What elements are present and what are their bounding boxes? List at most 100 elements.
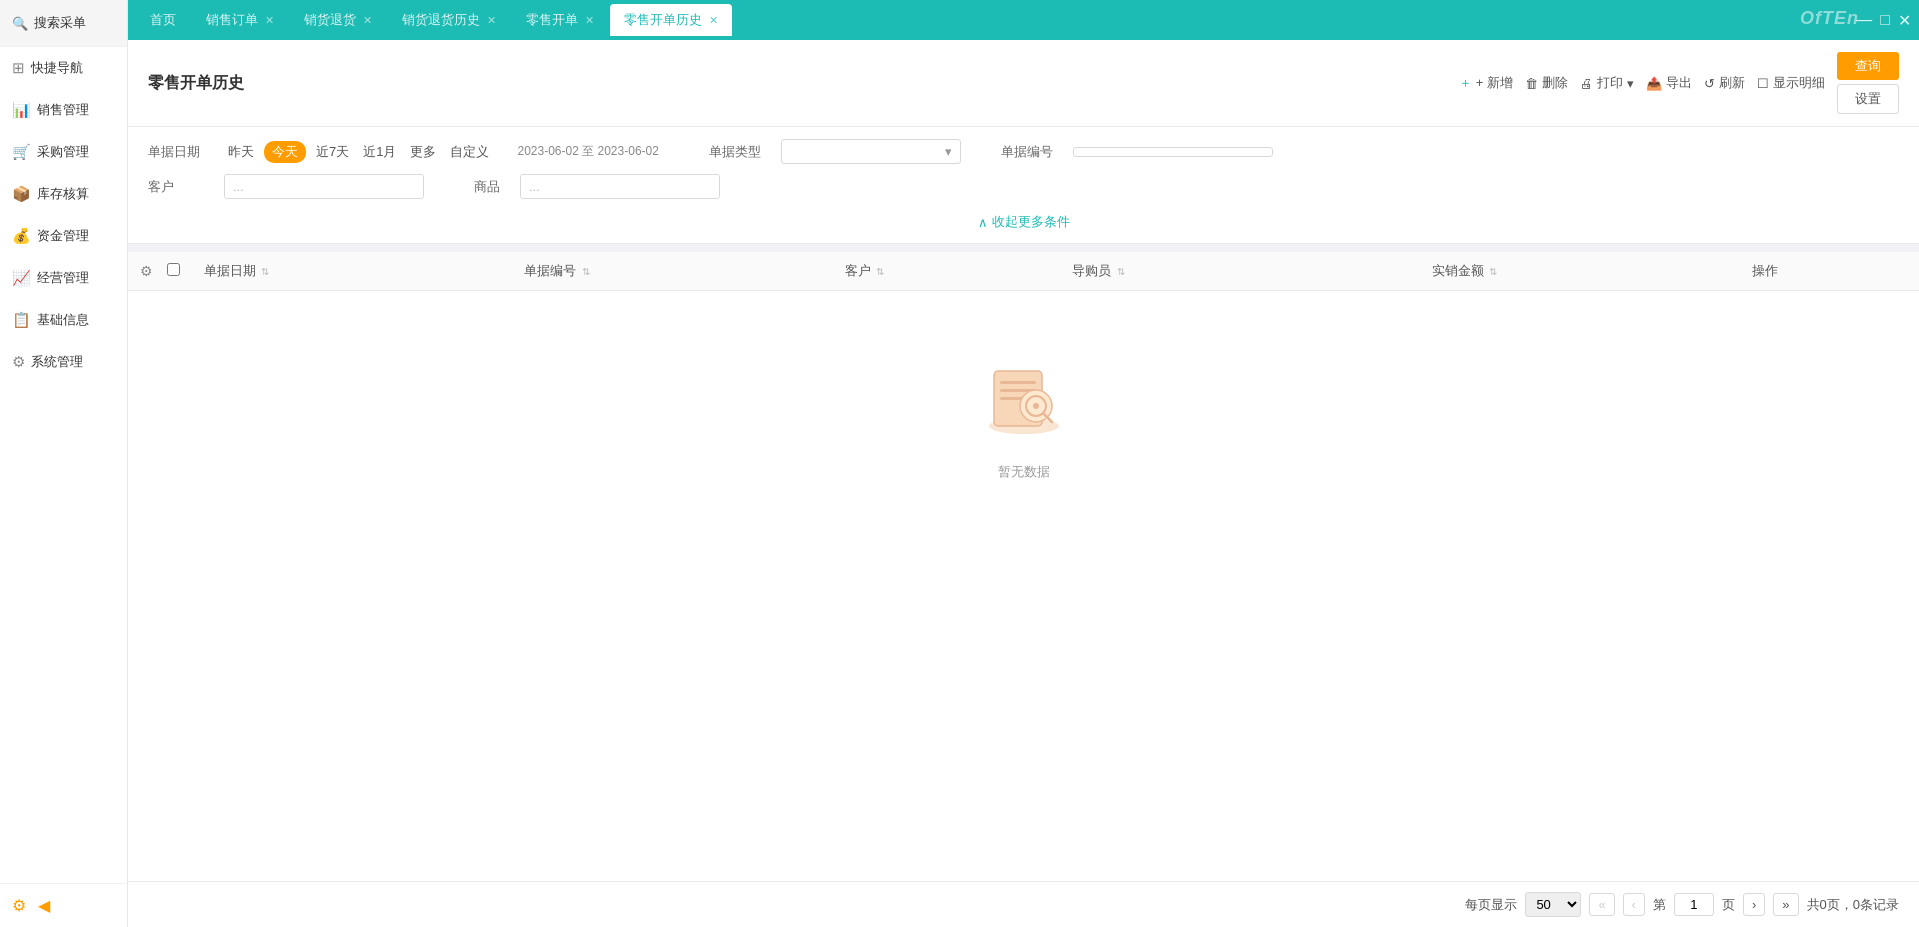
collapse-sidebar-icon[interactable]: ◀ — [38, 896, 50, 915]
tab-sales-order[interactable]: 销售订单 ✕ — [192, 4, 288, 36]
sidebar-item-label: 库存核算 — [37, 185, 89, 203]
tab-sales-order-close[interactable]: ✕ — [265, 14, 274, 27]
tab-retail-open-close[interactable]: ✕ — [585, 14, 594, 27]
svg-rect-2 — [1000, 381, 1036, 384]
print-icon: 🖨 — [1580, 76, 1593, 91]
empty-text: 暂无数据 — [998, 463, 1050, 481]
product-input[interactable]: ... — [520, 174, 720, 199]
last-page-button[interactable]: » — [1773, 893, 1798, 916]
inventory-icon: 📦 — [12, 185, 31, 203]
display-label: 显示明细 — [1773, 74, 1825, 92]
tab-home[interactable]: 首页 — [136, 4, 190, 36]
sidebar-item-inventory[interactable]: 📦 库存核算 — [0, 173, 127, 215]
tab-retail-open-history-close[interactable]: ✕ — [709, 14, 718, 27]
salesman-sort-icon[interactable]: ⇅ — [1117, 266, 1125, 277]
search-icon: 🔍 — [12, 16, 28, 31]
product-placeholder: ... — [529, 179, 540, 194]
sidebar-item-purchase-mgmt[interactable]: 🛒 采购管理 — [0, 131, 127, 173]
doc-type-select[interactable]: ▾ — [781, 139, 961, 164]
tab-bar-window-controls: — □ ✕ — [1856, 11, 1911, 30]
sidebar-item-sales-mgmt[interactable]: 📊 销售管理 — [0, 89, 127, 131]
svg-rect-4 — [1000, 397, 1024, 400]
date-opt-yesterday[interactable]: 昨天 — [224, 141, 258, 163]
print-button[interactable]: 🖨 打印 ▾ — [1580, 74, 1634, 92]
empty-state: 暂无数据 — [128, 291, 1919, 541]
collapse-filter-label: 收起更多条件 — [992, 213, 1070, 231]
page-prefix: 第 — [1653, 896, 1666, 914]
filter-row-1: 单据日期 昨天 今天 近7天 近1月 更多 自定义 2023-06-02 至 2… — [148, 139, 1899, 164]
tab-sales-return[interactable]: 销货退货 ✕ — [290, 4, 386, 36]
sidebar-item-base-info[interactable]: 📋 基础信息 — [0, 299, 127, 341]
page-header: 零售开单历史 ＋ + 新增 🗑 删除 🖨 打印 ▾ 📤 导出 — [128, 40, 1919, 127]
display-detail-button[interactable]: ☐ 显示明细 — [1757, 74, 1825, 92]
tab-retail-open-label: 零售开单 — [526, 11, 578, 29]
table-container: ⚙ 单据日期 ⇅ 单据编号 ⇅ — [128, 252, 1919, 881]
th-customer: 客户 ⇅ — [833, 252, 1060, 291]
tab-sales-return-history[interactable]: 销货退货历史 ✕ — [388, 4, 510, 36]
prev-page-button[interactable]: ‹ — [1623, 893, 1645, 916]
no-sort-icon[interactable]: ⇅ — [582, 266, 590, 277]
sales-mgmt-icon: 📊 — [12, 101, 31, 119]
setting-button[interactable]: 设置 — [1837, 84, 1899, 114]
next-page-button[interactable]: › — [1743, 893, 1765, 916]
add-button[interactable]: ＋ + 新增 — [1459, 74, 1513, 92]
sidebar-search[interactable]: 🔍 搜索采单 — [0, 0, 127, 47]
amount-sort-icon[interactable]: ⇅ — [1489, 266, 1497, 277]
data-table: ⚙ 单据日期 ⇅ 单据编号 ⇅ — [128, 252, 1919, 291]
date-options: 昨天 今天 近7天 近1月 更多 自定义 — [224, 141, 493, 163]
tab-retail-open[interactable]: 零售开单 ✕ — [512, 4, 608, 36]
collapse-filter-button[interactable]: ∧ 收起更多条件 — [148, 209, 1899, 235]
delete-button[interactable]: 🗑 删除 — [1525, 74, 1568, 92]
query-button[interactable]: 查询 — [1837, 52, 1899, 80]
first-page-button[interactable]: « — [1589, 893, 1614, 916]
date-sort-icon[interactable]: ⇅ — [261, 266, 269, 277]
date-opt-custom[interactable]: 自定义 — [446, 141, 493, 163]
quick-nav-icon: ⊞ — [12, 59, 25, 77]
close-window-button[interactable]: ✕ — [1898, 11, 1911, 30]
sidebar-item-operations[interactable]: 📈 经营管理 — [0, 257, 127, 299]
tab-retail-open-history[interactable]: 零售开单历史 ✕ — [610, 4, 732, 36]
purchase-mgmt-icon: 🛒 — [12, 143, 31, 161]
date-opt-last-month[interactable]: 近1月 — [359, 141, 400, 163]
refresh-button[interactable]: ↺ 刷新 — [1704, 74, 1745, 92]
customer-filter-label: 客户 — [148, 178, 204, 196]
date-opt-today[interactable]: 今天 — [264, 141, 306, 163]
sidebar-item-quick-nav[interactable]: ⊞ 快捷导航 — [0, 47, 127, 89]
settings-bottom-icon[interactable]: ⚙ — [12, 896, 26, 915]
print-dropdown-icon: ▾ — [1627, 76, 1634, 91]
page-suffix: 页 — [1722, 896, 1735, 914]
date-range-display: 2023-06-02 至 2023-06-02 — [517, 143, 658, 160]
th-spacer — [1334, 252, 1420, 291]
sidebar-item-label: 经营管理 — [37, 269, 89, 287]
th-no: 单据编号 ⇅ — [512, 252, 832, 291]
sidebar-item-system-mgmt[interactable]: ⚙ 系统管理 — [0, 341, 127, 383]
th-date: 单据日期 ⇅ — [192, 252, 512, 291]
tab-sales-return-history-close[interactable]: ✕ — [487, 14, 496, 27]
select-all-checkbox[interactable] — [167, 263, 180, 276]
maximize-button[interactable]: □ — [1880, 11, 1890, 30]
table-settings-icon[interactable]: ⚙ — [140, 263, 153, 279]
sidebar-item-finance[interactable]: 💰 资金管理 — [0, 215, 127, 257]
per-page-select[interactable]: 50 10 20 100 — [1525, 892, 1581, 917]
date-opt-last7[interactable]: 近7天 — [312, 141, 353, 163]
refresh-icon: ↺ — [1704, 76, 1715, 91]
customer-sort-icon[interactable]: ⇅ — [876, 266, 884, 277]
content-area: 零售开单历史 ＋ + 新增 🗑 删除 🖨 打印 ▾ 📤 导出 — [128, 40, 1919, 927]
export-button[interactable]: 📤 导出 — [1646, 74, 1692, 92]
print-label: 打印 — [1597, 74, 1623, 92]
watermark: OfTEn — [1800, 8, 1859, 29]
doc-no-input[interactable] — [1073, 147, 1273, 157]
empty-state-icon — [974, 351, 1074, 451]
delete-icon: 🗑 — [1525, 76, 1538, 91]
table-header-row: ⚙ 单据日期 ⇅ 单据编号 ⇅ — [128, 252, 1919, 291]
page-number-input[interactable] — [1674, 893, 1714, 916]
customer-input[interactable]: ... — [224, 174, 424, 199]
operations-icon: 📈 — [12, 269, 31, 287]
tab-sales-return-history-label: 销货退货历史 — [402, 11, 480, 29]
date-opt-more[interactable]: 更多 — [406, 141, 440, 163]
sidebar-item-label: 资金管理 — [37, 227, 89, 245]
filter-row-2: 客户 ... 商品 ... — [148, 174, 1899, 199]
sidebar-bottom: ⚙ ◀ — [0, 883, 127, 927]
tab-sales-return-close[interactable]: ✕ — [363, 14, 372, 27]
sidebar-search-label: 搜索采单 — [34, 14, 86, 32]
